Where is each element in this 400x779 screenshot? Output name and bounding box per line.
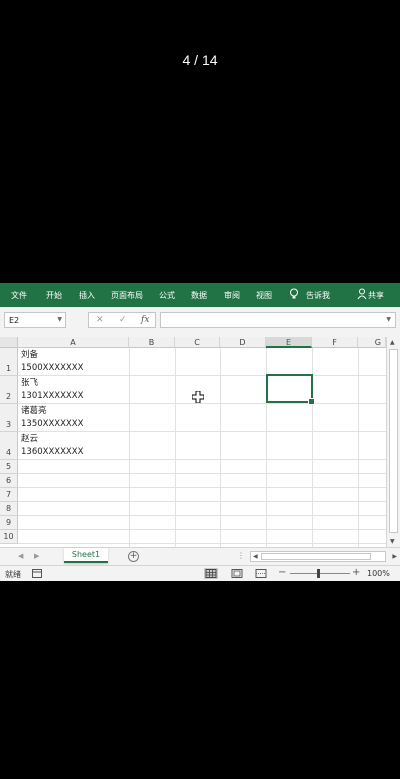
gridline bbox=[18, 431, 386, 432]
page-layout-view-icon[interactable] bbox=[230, 568, 244, 579]
next-sheet-icon[interactable]: ▶ bbox=[34, 552, 39, 560]
confirm-icon[interactable]: ✓ bbox=[119, 315, 127, 325]
gridline bbox=[18, 459, 386, 460]
ribbon-tabs: 文件 开始 插入 页面布局 公式 数据 审阅 视图 告诉我 共享 bbox=[0, 283, 400, 307]
horizontal-scrollbar[interactable]: ◀ ▶ bbox=[250, 551, 397, 562]
person-icon[interactable] bbox=[357, 288, 367, 300]
gridline bbox=[18, 473, 386, 474]
gridline bbox=[18, 501, 386, 502]
cell-a1-phone[interactable]: 1500XXXXXXX bbox=[21, 362, 83, 375]
scroll-down-icon[interactable]: ▼ bbox=[390, 538, 395, 545]
column-header-b[interactable]: B bbox=[129, 337, 175, 348]
tab-home[interactable]: 开始 bbox=[46, 290, 62, 301]
scroll-left-icon[interactable]: ◀ bbox=[253, 553, 258, 560]
cell-cursor-icon bbox=[192, 391, 204, 403]
page-break-view-icon[interactable] bbox=[254, 568, 268, 579]
tab-review[interactable]: 审阅 bbox=[224, 290, 240, 301]
row-header-3[interactable]: 3 bbox=[0, 404, 18, 432]
tell-me-search[interactable]: 告诉我 bbox=[306, 290, 330, 301]
sheet-tab-bar: ◀ ▶ Sheet1 + ⋮ ◀ ▶ bbox=[0, 547, 400, 565]
insert-function-icon[interactable]: fx bbox=[141, 315, 149, 325]
row-header-5[interactable]: 5 bbox=[0, 460, 18, 474]
gridline bbox=[18, 543, 386, 544]
gridline bbox=[18, 375, 386, 376]
select-all-corner[interactable] bbox=[0, 337, 18, 348]
vertical-scrollbar[interactable]: ▲ ▼ bbox=[386, 337, 400, 547]
tab-formulas[interactable]: 公式 bbox=[159, 290, 175, 301]
formula-input-box[interactable]: ▼ bbox=[160, 312, 396, 333]
row-header-6[interactable]: 6 bbox=[0, 474, 18, 488]
tab-view[interactable]: 视图 bbox=[256, 290, 272, 301]
scrollbar-thumb[interactable] bbox=[261, 553, 371, 560]
column-header-e[interactable]: E bbox=[266, 337, 312, 348]
gridline bbox=[18, 515, 386, 516]
status-ready: 就绪 bbox=[5, 570, 21, 579]
row-header-7[interactable]: 7 bbox=[0, 488, 18, 502]
cell-a3-name[interactable]: 诸葛亮 bbox=[21, 405, 47, 418]
lightbulb-icon[interactable] bbox=[289, 288, 299, 300]
gridline bbox=[358, 348, 359, 547]
tab-data[interactable]: 数据 bbox=[191, 290, 207, 301]
row-header-8[interactable]: 8 bbox=[0, 502, 18, 516]
worksheet-grid[interactable]: A B C D E F G 1 2 3 4 5 6 7 8 9 10 刘备 15… bbox=[0, 337, 400, 547]
row-header-9[interactable]: 9 bbox=[0, 516, 18, 530]
row-header-1[interactable]: 1 bbox=[0, 348, 18, 376]
column-header-f[interactable]: F bbox=[312, 337, 358, 348]
normal-view-icon[interactable] bbox=[204, 568, 218, 579]
active-cell-e2[interactable] bbox=[266, 374, 315, 405]
cell-a3-phone[interactable]: 1350XXXXXXX bbox=[21, 418, 83, 431]
zoom-in-icon[interactable]: + bbox=[352, 567, 360, 578]
scroll-right-icon[interactable]: ▶ bbox=[392, 553, 397, 560]
formula-buttons: ✕ ✓ fx bbox=[88, 312, 156, 328]
add-sheet-icon[interactable]: + bbox=[128, 551, 139, 562]
prev-sheet-icon[interactable]: ◀ bbox=[18, 552, 23, 560]
zoom-out-icon[interactable]: − bbox=[278, 567, 286, 578]
row-header-10[interactable]: 10 bbox=[0, 530, 18, 544]
cell-a1-name[interactable]: 刘备 bbox=[21, 349, 38, 362]
cell-a2-phone[interactable]: 1301XXXXXXX bbox=[21, 390, 83, 403]
zoom-slider[interactable] bbox=[290, 573, 350, 574]
more-icon[interactable]: ⋮ bbox=[237, 551, 245, 560]
gridline bbox=[129, 348, 130, 547]
macro-record-icon[interactable] bbox=[32, 569, 42, 578]
excel-window: 文件 开始 插入 页面布局 公式 数据 审阅 视图 告诉我 共享 E2 ▼ ✕ … bbox=[0, 283, 400, 581]
scrollbar-thumb[interactable] bbox=[389, 349, 398, 533]
share-button[interactable]: 共享 bbox=[368, 290, 384, 301]
gridline bbox=[18, 529, 386, 530]
zoom-slider-thumb[interactable] bbox=[317, 569, 320, 578]
gridline bbox=[18, 487, 386, 488]
cell-a2-name[interactable]: 张飞 bbox=[21, 377, 38, 390]
row-header-2[interactable]: 2 bbox=[0, 376, 18, 404]
tab-page-layout[interactable]: 页面布局 bbox=[111, 290, 143, 301]
cell-a4-name[interactable]: 赵云 bbox=[21, 433, 38, 446]
column-header-c[interactable]: C bbox=[175, 337, 220, 348]
gridline bbox=[220, 348, 221, 547]
zoom-level[interactable]: 100% bbox=[367, 569, 390, 578]
scroll-up-icon[interactable]: ▲ bbox=[390, 339, 395, 346]
name-box[interactable]: E2 ▼ bbox=[4, 312, 66, 328]
status-bar: 就绪 − + 100% bbox=[0, 565, 400, 581]
page-counter: 4 / 14 bbox=[182, 52, 218, 68]
column-header-d[interactable]: D bbox=[220, 337, 266, 348]
gridline bbox=[18, 403, 386, 404]
tab-insert[interactable]: 插入 bbox=[79, 290, 95, 301]
tab-file[interactable]: 文件 bbox=[11, 290, 27, 301]
column-header-a[interactable]: A bbox=[18, 337, 129, 348]
name-box-value: E2 bbox=[9, 316, 20, 325]
formula-input[interactable] bbox=[161, 318, 381, 333]
gridline bbox=[175, 348, 176, 547]
cancel-icon[interactable]: ✕ bbox=[96, 315, 104, 325]
chevron-down-icon[interactable]: ▼ bbox=[386, 316, 391, 323]
column-header-g[interactable]: G bbox=[358, 337, 386, 348]
chevron-down-icon[interactable]: ▼ bbox=[57, 316, 62, 323]
sheet-tab-sheet1[interactable]: Sheet1 bbox=[64, 548, 108, 563]
cell-a4-phone[interactable]: 1360XXXXXXX bbox=[21, 446, 83, 459]
row-header-4[interactable]: 4 bbox=[0, 432, 18, 460]
